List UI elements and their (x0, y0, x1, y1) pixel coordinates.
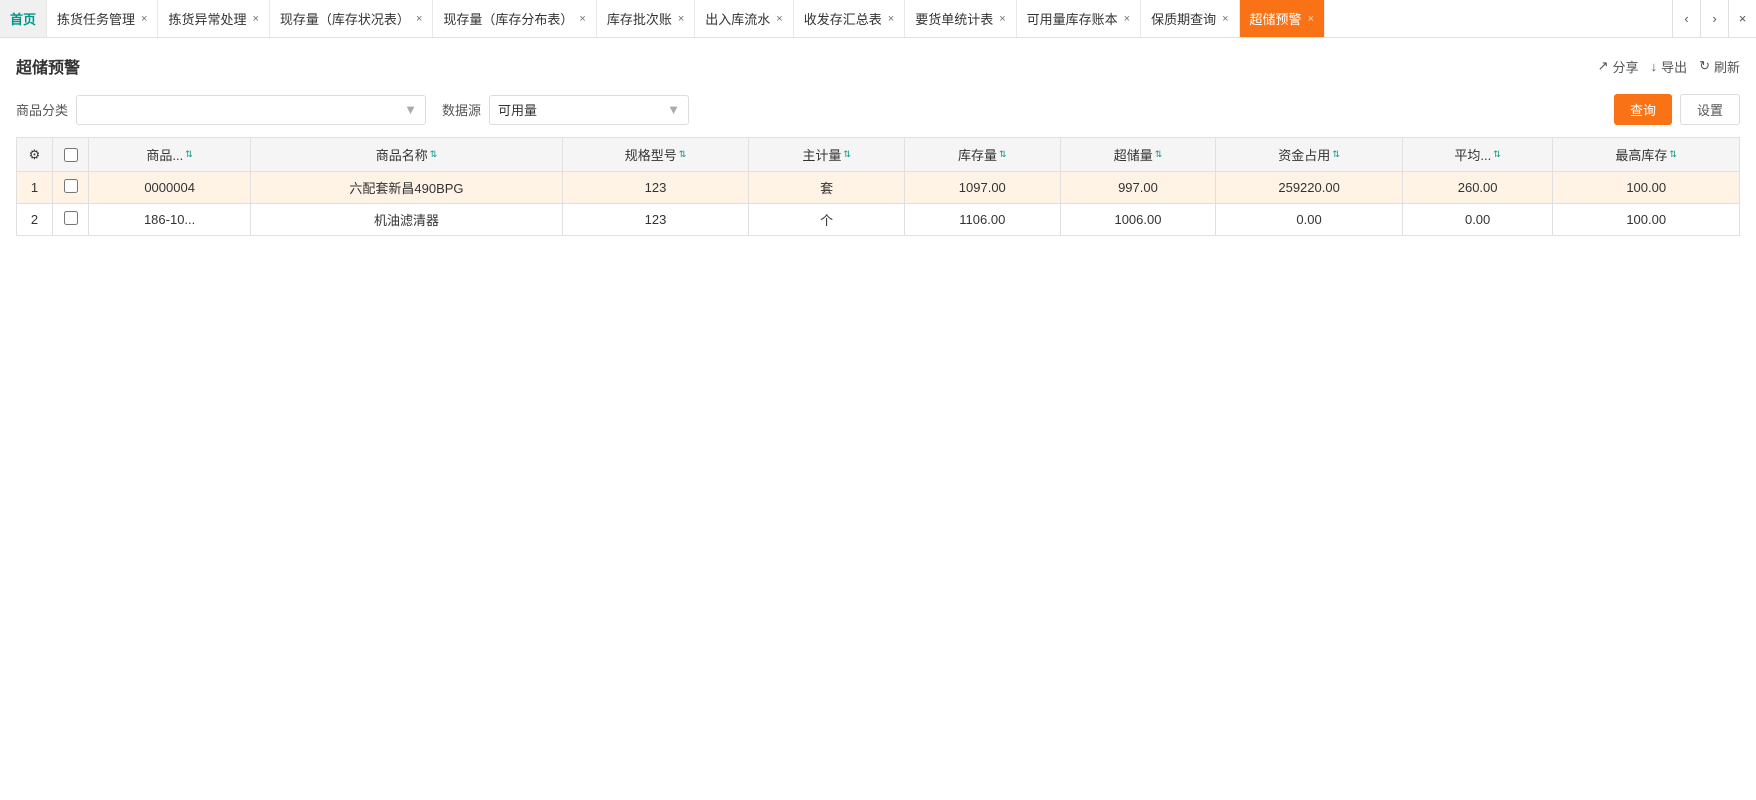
row-max-stock-0: 100.00 (1553, 172, 1740, 204)
close-tab-4[interactable]: × (678, 13, 684, 25)
table-row: 1 0000004 六配套新昌490BPG 123 套 1097.00 997.… (17, 172, 1740, 204)
select-all-checkbox[interactable] (64, 148, 78, 162)
datasource-select-value: 可用量 (498, 100, 537, 119)
category-label: 商品分类 (16, 100, 68, 119)
row-product-code-0: 0000004 (89, 172, 251, 204)
row-stock-1: 1106.00 (904, 204, 1060, 236)
table-header-row: ⚙ 商品... ⇅ 商品名称 ⇅ (17, 138, 1740, 172)
col-stock[interactable]: 库存量 ⇅ (904, 138, 1060, 172)
sort-icon-unit: ⇅ (843, 149, 851, 160)
sort-icon-avg: ⇅ (1493, 149, 1501, 160)
nav-arrow-left[interactable]: ‹ (1672, 0, 1700, 38)
nav-tab-xiancunliang2[interactable]: 现存量（库存分布表） × (433, 0, 596, 37)
row-unit-0: 套 (749, 172, 905, 204)
nav-tab-chaochuyujing[interactable]: 超储预警 × (1240, 0, 1325, 37)
row-checkbox-0[interactable] (53, 172, 89, 204)
row-spec-1: 123 (562, 204, 749, 236)
nav-tab-yaohuo[interactable]: 要货单统计表 × (905, 0, 1016, 37)
sort-icon-overstock: ⇅ (1155, 149, 1163, 160)
export-icon: ↓ (1651, 59, 1658, 74)
nav-tab-jianhuorenwu[interactable]: 拣货任务管理 × (47, 0, 158, 37)
page-container: 超储预警 ↗ 分享 ↓ 导出 ↻ 刷新 商品分类 ▼ 数据源 (0, 38, 1756, 800)
col-max-stock[interactable]: 最高库存 ⇅ (1553, 138, 1740, 172)
row-capital-0: 259220.00 (1216, 172, 1403, 204)
close-tab-1[interactable]: × (252, 13, 258, 25)
header-actions: ↗ 分享 ↓ 导出 ↻ 刷新 (1598, 57, 1740, 76)
close-tab-0[interactable]: × (141, 13, 147, 25)
category-chevron-icon: ▼ (404, 102, 417, 117)
sort-icon-spec: ⇅ (679, 149, 687, 160)
close-tab-2[interactable]: × (416, 13, 422, 25)
datasource-select[interactable]: 可用量 ▼ (489, 95, 689, 125)
nav-tab-baozhi[interactable]: 保质期查询 × (1141, 0, 1239, 37)
nav-tab-churuku[interactable]: 出入库流水 × (695, 0, 793, 37)
close-tab-5[interactable]: × (776, 13, 782, 25)
table-row: 2 186-10... 机油滤清器 123 个 1106.00 1006.00 … (17, 204, 1740, 236)
close-tab-8[interactable]: × (1124, 13, 1130, 25)
close-tab-6[interactable]: × (888, 13, 894, 25)
col-settings[interactable]: ⚙ (17, 138, 53, 172)
sort-icon-capital: ⇅ (1332, 149, 1340, 160)
sort-icon-max-stock: ⇅ (1669, 149, 1677, 160)
close-tab-10[interactable]: × (1308, 13, 1314, 25)
row-checkbox-1[interactable] (53, 204, 89, 236)
page-title: 超储预警 (16, 54, 80, 78)
nav-tab-xiancunliang1[interactable]: 现存量（库存状况表） × (270, 0, 433, 37)
gear-icon: ⚙ (29, 147, 41, 163)
row-avg-0: 260.00 (1402, 172, 1553, 204)
datasource-chevron-icon: ▼ (667, 102, 680, 117)
row-max-stock-1: 100.00 (1553, 204, 1740, 236)
share-button[interactable]: ↗ 分享 (1598, 57, 1639, 76)
category-select[interactable]: ▼ (76, 95, 426, 125)
query-button[interactable]: 查询 (1614, 94, 1672, 125)
nav-tab-shoufacun[interactable]: 收发存汇总表 × (794, 0, 905, 37)
col-product-code[interactable]: 商品... ⇅ (89, 138, 251, 172)
row-product-name-0: 六配套新昌490BPG (251, 172, 562, 204)
row-capital-1: 0.00 (1216, 204, 1403, 236)
col-overstock[interactable]: 超储量 ⇅ (1060, 138, 1216, 172)
filter-row: 商品分类 ▼ 数据源 可用量 ▼ 查询 设置 (16, 94, 1740, 125)
nav-home[interactable]: 首页 (0, 0, 47, 37)
page-header: 超储预警 ↗ 分享 ↓ 导出 ↻ 刷新 (16, 54, 1740, 78)
nav-tab-kucunpici[interactable]: 库存批次账 × (597, 0, 695, 37)
sort-icon-product-code: ⇅ (185, 149, 193, 160)
row-stock-0: 1097.00 (904, 172, 1060, 204)
refresh-icon: ↻ (1699, 58, 1710, 74)
col-avg[interactable]: 平均... ⇅ (1402, 138, 1553, 172)
row-product-name-1: 机油滤清器 (251, 204, 562, 236)
col-checkbox (53, 138, 89, 172)
close-tab-7[interactable]: × (999, 13, 1005, 25)
row-index-0: 1 (17, 172, 53, 204)
row-spec-0: 123 (562, 172, 749, 204)
col-unit[interactable]: 主计量 ⇅ (749, 138, 905, 172)
col-capital[interactable]: 资金占用 ⇅ (1216, 138, 1403, 172)
nav-arrow-right[interactable]: › (1700, 0, 1728, 38)
row-overstock-1: 1006.00 (1060, 204, 1216, 236)
nav-arrows: ‹ › × (1672, 0, 1756, 38)
nav-tab-keyongliang[interactable]: 可用量库存账本 × (1017, 0, 1141, 37)
row-unit-1: 个 (749, 204, 905, 236)
filter-datasource: 数据源 可用量 ▼ (442, 95, 689, 125)
row-avg-1: 0.00 (1402, 204, 1553, 236)
row-product-code-1: 186-10... (89, 204, 251, 236)
filter-actions: 查询 设置 (1614, 94, 1740, 125)
share-icon: ↗ (1598, 58, 1609, 74)
datasource-label: 数据源 (442, 100, 481, 119)
data-table: ⚙ 商品... ⇅ 商品名称 ⇅ (16, 137, 1740, 236)
col-spec[interactable]: 规格型号 ⇅ (562, 138, 749, 172)
topbar: 首页 拣货任务管理 × 拣货异常处理 × 现存量（库存状况表） × 现存量（库存… (0, 0, 1756, 38)
row-overstock-0: 997.00 (1060, 172, 1216, 204)
sort-icon-product-name: ⇅ (430, 149, 438, 160)
col-product-name[interactable]: 商品名称 ⇅ (251, 138, 562, 172)
close-tab-3[interactable]: × (579, 13, 585, 25)
settings-button[interactable]: 设置 (1680, 94, 1740, 125)
refresh-button[interactable]: ↻ 刷新 (1699, 57, 1740, 76)
close-tab-9[interactable]: × (1222, 13, 1228, 25)
nav-tab-jianhuoyichang[interactable]: 拣货异常处理 × (158, 0, 269, 37)
nav-arrow-close[interactable]: × (1728, 0, 1756, 38)
row-index-1: 2 (17, 204, 53, 236)
filter-category: 商品分类 ▼ (16, 95, 426, 125)
export-button[interactable]: ↓ 导出 (1651, 57, 1688, 76)
sort-icon-stock: ⇅ (999, 149, 1007, 160)
